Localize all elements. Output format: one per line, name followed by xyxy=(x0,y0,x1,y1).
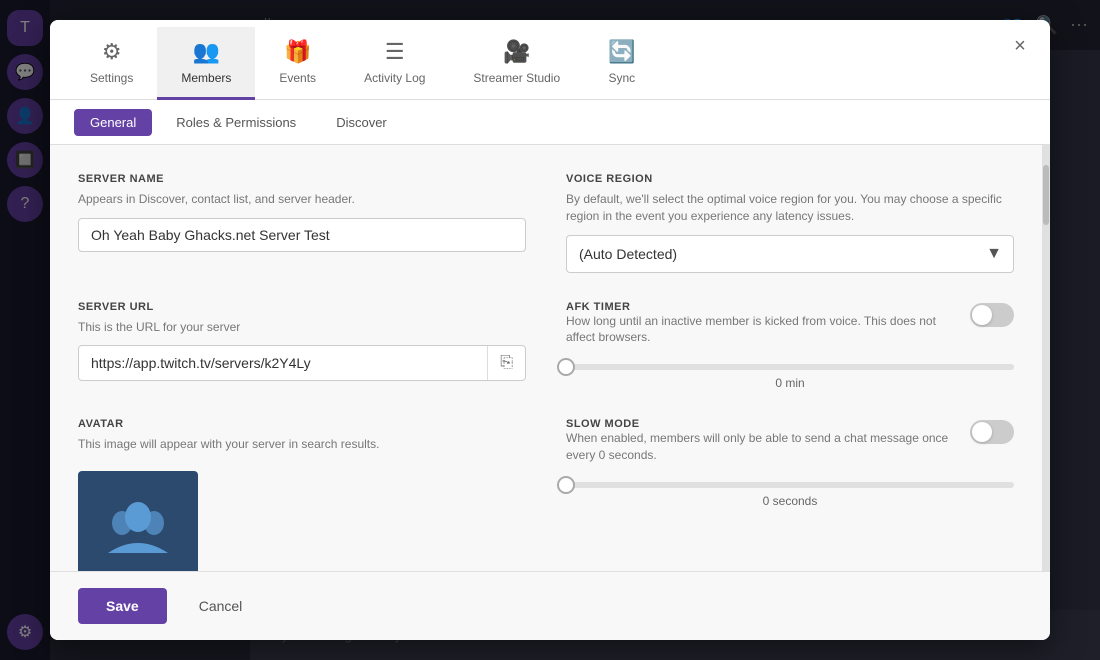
slow-mode-desc: When enabled, members will only be able … xyxy=(566,430,954,464)
activity-log-icon: ☰ xyxy=(385,39,405,65)
modal-overlay: × ⚙ Settings 👥 Members 🎁 Events ☰ Activi… xyxy=(0,0,1100,660)
afk-timer-slider-thumb[interactable] xyxy=(557,358,575,376)
slow-mode-toggle-row: SLOW MODE When enabled, members will onl… xyxy=(566,418,1014,468)
voice-region-group: VOICE REGION By default, we'll select th… xyxy=(566,173,1014,273)
afk-timer-toggle-row: AFK TIMER How long until an inactive mem… xyxy=(566,301,1014,351)
tab-activity-log[interactable]: ☰ Activity Log xyxy=(340,27,449,100)
tab-settings[interactable]: ⚙ Settings xyxy=(66,27,157,100)
slow-mode-slider-track xyxy=(566,482,1014,488)
settings-icon: ⚙ xyxy=(102,39,122,65)
cancel-button[interactable]: Cancel xyxy=(179,588,263,624)
tab-events[interactable]: 🎁 Events xyxy=(255,27,340,100)
tab-streamer-studio-label: Streamer Studio xyxy=(473,71,560,85)
tab-members-label: Members xyxy=(181,71,231,85)
server-name-group: SERVER NAME Appears in Discover, contact… xyxy=(78,173,526,273)
afk-timer-desc: How long until an inactive member is kic… xyxy=(566,313,954,347)
slow-mode-slider-wrapper: 0 seconds xyxy=(566,482,1014,508)
slow-mode-slider-thumb[interactable] xyxy=(557,476,575,494)
server-name-label: SERVER NAME xyxy=(78,173,526,185)
sub-tab-general[interactable]: General xyxy=(74,109,152,136)
scrollbar-thumb[interactable] xyxy=(1043,165,1049,225)
tab-streamer-studio[interactable]: 🎥 Streamer Studio xyxy=(449,27,584,100)
modal-scrollbar xyxy=(1042,145,1050,571)
sub-tab-discover[interactable]: Discover xyxy=(320,109,403,136)
modal-main: SERVER NAME Appears in Discover, contact… xyxy=(50,145,1042,571)
slow-mode-label: SLOW MODE xyxy=(566,418,954,430)
voice-region-label: VOICE REGION xyxy=(566,173,1014,185)
avatar-container[interactable] xyxy=(78,471,198,571)
avatar-label: AVATAR xyxy=(78,418,526,430)
afk-timer-slider-label: 0 min xyxy=(566,376,1014,390)
voice-region-select[interactable]: (Auto Detected) US East US West EU West … xyxy=(566,235,1014,273)
tab-members[interactable]: 👥 Members xyxy=(157,27,255,100)
avatar-group: AVATAR This image will appear with your … xyxy=(78,418,526,571)
modal-close-button[interactable]: × xyxy=(1006,32,1034,60)
server-url-input[interactable] xyxy=(79,347,487,379)
server-url-label: SERVER URL xyxy=(78,301,526,313)
voice-region-desc: By default, we'll select the optimal voi… xyxy=(566,191,1014,225)
afk-timer-toggle[interactable] xyxy=(970,303,1014,327)
server-settings-modal: × ⚙ Settings 👥 Members 🎁 Events ☰ Activi… xyxy=(50,20,1050,640)
tab-settings-label: Settings xyxy=(90,71,133,85)
afk-timer-group: AFK TIMER How long until an inactive mem… xyxy=(566,301,1014,391)
afk-timer-slider-track xyxy=(566,364,1014,370)
copy-url-button[interactable]: ⎘ xyxy=(487,346,525,380)
voice-region-select-wrapper: (Auto Detected) US East US West EU West … xyxy=(566,235,1014,273)
sub-tab-roles-permissions[interactable]: Roles & Permissions xyxy=(160,109,312,136)
afk-timer-label: AFK TIMER xyxy=(566,301,954,313)
tab-bar: ⚙ Settings 👥 Members 🎁 Events ☰ Activity… xyxy=(50,20,1050,100)
avatar-icon xyxy=(102,495,174,567)
modal-footer: Save Cancel xyxy=(50,571,1050,640)
modal-body: SERVER NAME Appears in Discover, contact… xyxy=(50,145,1050,571)
events-icon: 🎁 xyxy=(284,39,311,65)
server-url-group: SERVER URL This is the URL for your serv… xyxy=(78,301,526,391)
server-url-desc: This is the URL for your server xyxy=(78,319,526,336)
tab-activity-log-label: Activity Log xyxy=(364,71,425,85)
save-button[interactable]: Save xyxy=(78,588,167,624)
server-name-desc: Appears in Discover, contact list, and s… xyxy=(78,191,526,208)
members-tab-icon: 👥 xyxy=(193,39,220,65)
slow-mode-slider-label: 0 seconds xyxy=(566,494,1014,508)
tab-events-label: Events xyxy=(279,71,316,85)
sub-tab-bar: General Roles & Permissions Discover xyxy=(50,100,1050,145)
tab-sync[interactable]: 🔄 Sync xyxy=(584,27,659,100)
tab-sync-label: Sync xyxy=(609,71,636,85)
slow-mode-group: SLOW MODE When enabled, members will onl… xyxy=(566,418,1014,571)
avatar-desc: This image will appear with your server … xyxy=(78,436,526,453)
url-input-wrapper: ⎘ xyxy=(78,345,526,381)
streamer-studio-icon: 🎥 xyxy=(503,39,530,65)
afk-timer-info: AFK TIMER How long until an inactive mem… xyxy=(566,301,954,351)
slow-mode-info: SLOW MODE When enabled, members will onl… xyxy=(566,418,954,468)
afk-timer-slider-wrapper: 0 min xyxy=(566,364,1014,390)
sync-icon: 🔄 xyxy=(608,39,635,65)
server-name-input[interactable] xyxy=(78,218,526,252)
slow-mode-toggle[interactable] xyxy=(970,420,1014,444)
